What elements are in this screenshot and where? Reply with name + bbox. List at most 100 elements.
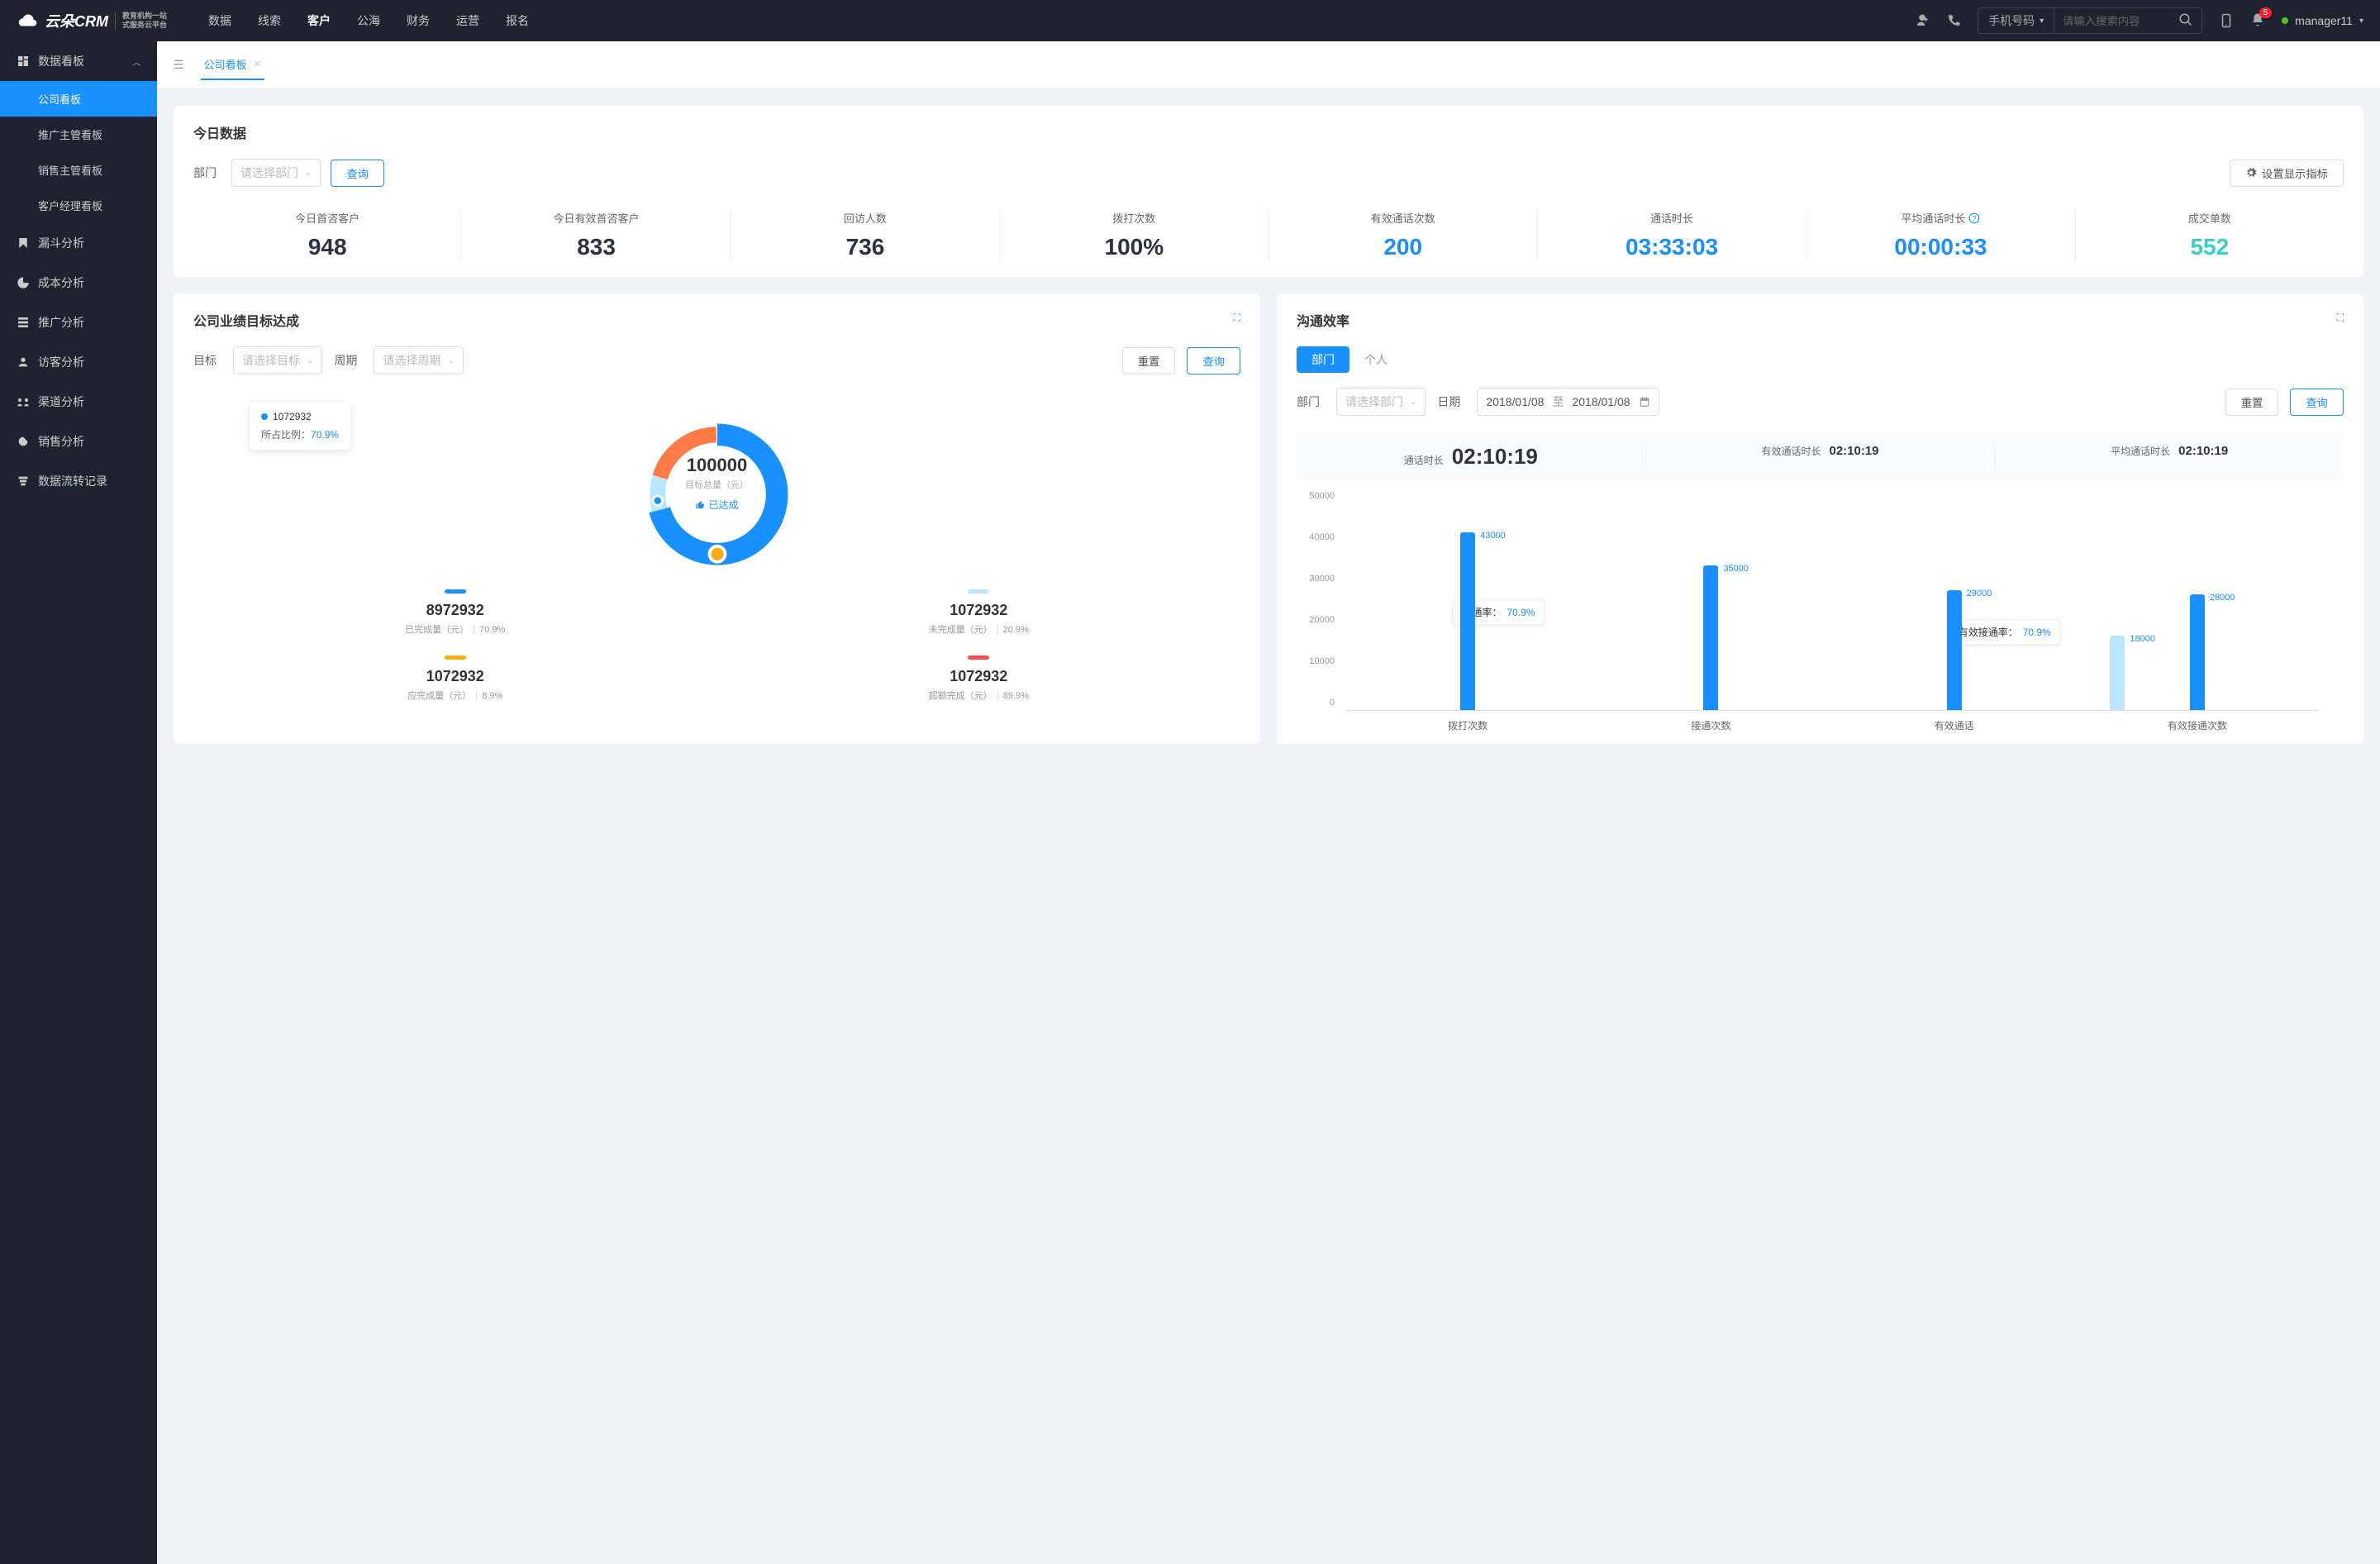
today-card: 今日数据 部门 请选择部门⌄ 查询 设置显示指标 今日首咨客户948今日有效首咨… xyxy=(174,106,2363,277)
search-box: 手机号码▾ xyxy=(1978,7,2202,34)
chevron-down-icon: ▾ xyxy=(2359,17,2363,26)
seg-dept[interactable]: 部门 xyxy=(1297,346,1349,373)
query-button[interactable]: 查询 xyxy=(2290,389,2344,416)
cloud-icon xyxy=(17,12,38,29)
sidebar-item-0[interactable]: 漏斗分析 xyxy=(0,223,157,263)
stat-2: 1072932应完成量（元）8.9% xyxy=(193,656,717,702)
stat-3: 1072932超额完成（元）89.9% xyxy=(717,656,1241,702)
donut-label: 目标总量（元） xyxy=(685,478,749,491)
seg-person[interactable]: 个人 xyxy=(1349,346,1402,373)
target-select[interactable]: 请选择目标⌄ xyxy=(233,346,322,374)
nav-2[interactable]: 客户 xyxy=(307,12,331,29)
thumbs-up-icon xyxy=(695,500,705,510)
y-tick: 20000 xyxy=(1309,615,1335,625)
dept-select[interactable]: 请选择部门⌄ xyxy=(1336,388,1426,416)
search-button[interactable] xyxy=(2170,12,2202,30)
logo: 云朵CRM 教育机构一站式服务云平台 xyxy=(17,10,167,31)
period-select[interactable]: 请选择周期⌄ xyxy=(374,346,463,374)
donut-chart: 1072932 所占比例：70.9% 100000 目标总量（ xyxy=(193,391,1240,581)
username: manager11 xyxy=(2295,14,2353,27)
bar-0: 43000拨打次数 xyxy=(1361,532,1575,710)
expand-icon[interactable]: ⛶ xyxy=(2337,312,2344,324)
metric-1: 今日有效首咨客户833 xyxy=(462,210,731,260)
metric-2: 回访人数736 xyxy=(731,210,1000,260)
sidebar-sub-1[interactable]: 推广主管看板 xyxy=(0,117,157,152)
comm-card: ⛶ 沟通效率 部门 个人 部门 请选择部门⌄ 日期 2018/01/08 至 2… xyxy=(1277,293,2363,744)
metric-6: 平均通话时长?00:00:33 xyxy=(1806,210,2075,260)
chevron-up-icon: ︿ xyxy=(132,55,140,68)
header: 云朵CRM 教育机构一站式服务云平台 数据线索客户公海财务运营报名 手机号码▾ … xyxy=(0,0,2380,41)
y-tick: 30000 xyxy=(1309,574,1335,584)
query-button[interactable]: 查询 xyxy=(331,160,384,187)
period-label: 周期 xyxy=(334,352,357,369)
kpi-0: 通话时长02:10:19 xyxy=(1297,444,1646,470)
kpi-2: 平均通话时长02:10:19 xyxy=(1995,444,2344,470)
nav-4[interactable]: 财务 xyxy=(407,12,430,29)
today-title: 今日数据 xyxy=(193,122,2344,142)
sidebar-sub-0[interactable]: 公司看板 xyxy=(0,81,157,117)
sidebar-item-2[interactable]: 推广分析 xyxy=(0,303,157,342)
nav-6[interactable]: 报名 xyxy=(506,12,529,29)
nav-5[interactable]: 运营 xyxy=(456,12,479,29)
y-tick: 40000 xyxy=(1309,532,1335,542)
metric-4: 有效通话次数200 xyxy=(1269,210,1538,260)
metric-0: 今日首咨客户948 xyxy=(193,210,462,260)
bar-1: 35000接通次数 xyxy=(1604,565,1818,710)
donut-value: 100000 xyxy=(685,455,749,476)
search-input[interactable] xyxy=(2054,15,2170,27)
nav-1[interactable]: 线索 xyxy=(258,12,281,29)
segment-control: 部门 个人 xyxy=(1297,346,2344,373)
notification-badge: 5 xyxy=(2259,7,2273,18)
target-card: ⛶ 公司业绩目标达成 目标 请选择目标⌄ 周期 请选择周期⌄ 重置 查询 107… xyxy=(174,293,1260,744)
sidebar-item-1[interactable]: 成本分析 xyxy=(0,263,157,303)
stat-0: 8972932已完成量（元）70.9% xyxy=(193,589,717,636)
sidebar-category-dashboard[interactable]: 数据看板 ︿ xyxy=(0,41,157,81)
mobile-icon[interactable] xyxy=(2219,13,2234,28)
achieved-badge: 已达成 xyxy=(685,498,749,512)
user-menu[interactable]: manager11 ▾ xyxy=(2282,14,2363,27)
main-nav: 数据 线索 客户 公海 财务 运营 报名 xyxy=(208,12,529,29)
reset-button[interactable]: 重置 xyxy=(2225,389,2279,416)
metric-7: 成交单数552 xyxy=(2076,210,2344,260)
nav-0[interactable]: 数据 xyxy=(208,12,231,29)
close-icon[interactable]: ✕ xyxy=(254,59,261,69)
dept-select[interactable]: 请选择部门⌄ xyxy=(231,159,321,187)
gear-icon xyxy=(2245,167,2257,179)
notifications[interactable]: 5 xyxy=(2250,12,2265,30)
bar-3: 2800018000有效接通次数 xyxy=(2090,594,2304,710)
logo-subtitle: 教育机构一站式服务云平台 xyxy=(115,12,167,30)
date-label: 日期 xyxy=(1437,393,1460,410)
main: ☰ 公司看板 ✕ 今日数据 部门 请选择部门⌄ 查询 设置显示指标 xyxy=(157,41,2380,1564)
sidebar-item-3[interactable]: 访客分析 xyxy=(0,342,157,382)
y-tick: 50000 xyxy=(1309,491,1335,501)
sidebar-item-6[interactable]: 数据流转记录 xyxy=(0,461,157,501)
date-range-input[interactable]: 2018/01/08 至 2018/01/08 xyxy=(1477,388,1659,416)
chart-tooltip: 1072932 所占比例：70.9% xyxy=(250,403,350,450)
target-label: 目标 xyxy=(193,352,217,369)
tab-label: 公司看板 xyxy=(204,56,247,72)
sidebar-item-5[interactable]: 销售分析 xyxy=(0,422,157,461)
user-add-icon[interactable] xyxy=(1915,13,1930,28)
query-button[interactable]: 查询 xyxy=(1187,347,1240,374)
sidebar: 数据看板 ︿ 公司看板推广主管看板销售主管看板客户经理看板 漏斗分析成本分析推广… xyxy=(0,41,157,1564)
sidebar-sub-3[interactable]: 客户经理看板 xyxy=(0,188,157,223)
sidebar-item-4[interactable]: 渠道分析 xyxy=(0,382,157,422)
settings-button[interactable]: 设置显示指标 xyxy=(2230,160,2344,187)
phone-icon[interactable] xyxy=(1946,13,1961,28)
metric-5: 通话时长03:33:03 xyxy=(1538,210,1806,260)
tab-company-board[interactable]: 公司看板 ✕ xyxy=(201,50,264,80)
svg-text:?: ? xyxy=(1973,214,1977,222)
logo-text: 云朵CRM xyxy=(45,10,108,31)
sidebar-sub-2[interactable]: 销售主管看板 xyxy=(0,152,157,188)
calendar-icon xyxy=(1639,396,1650,408)
menu-toggle-icon[interactable]: ☰ xyxy=(174,58,184,72)
stat-1: 1072932未完成量（元）20.9% xyxy=(717,589,1241,636)
expand-icon[interactable]: ⛶ xyxy=(1234,312,1240,324)
nav-3[interactable]: 公海 xyxy=(357,12,380,29)
search-type-select[interactable]: 手机号码▾ xyxy=(1978,8,2054,33)
comm-title: 沟通效率 xyxy=(1297,310,2344,330)
reset-button[interactable]: 重置 xyxy=(1122,347,1176,374)
dept-label: 部门 xyxy=(193,165,217,181)
dept-label: 部门 xyxy=(1297,393,1320,410)
y-tick: 10000 xyxy=(1309,656,1335,666)
